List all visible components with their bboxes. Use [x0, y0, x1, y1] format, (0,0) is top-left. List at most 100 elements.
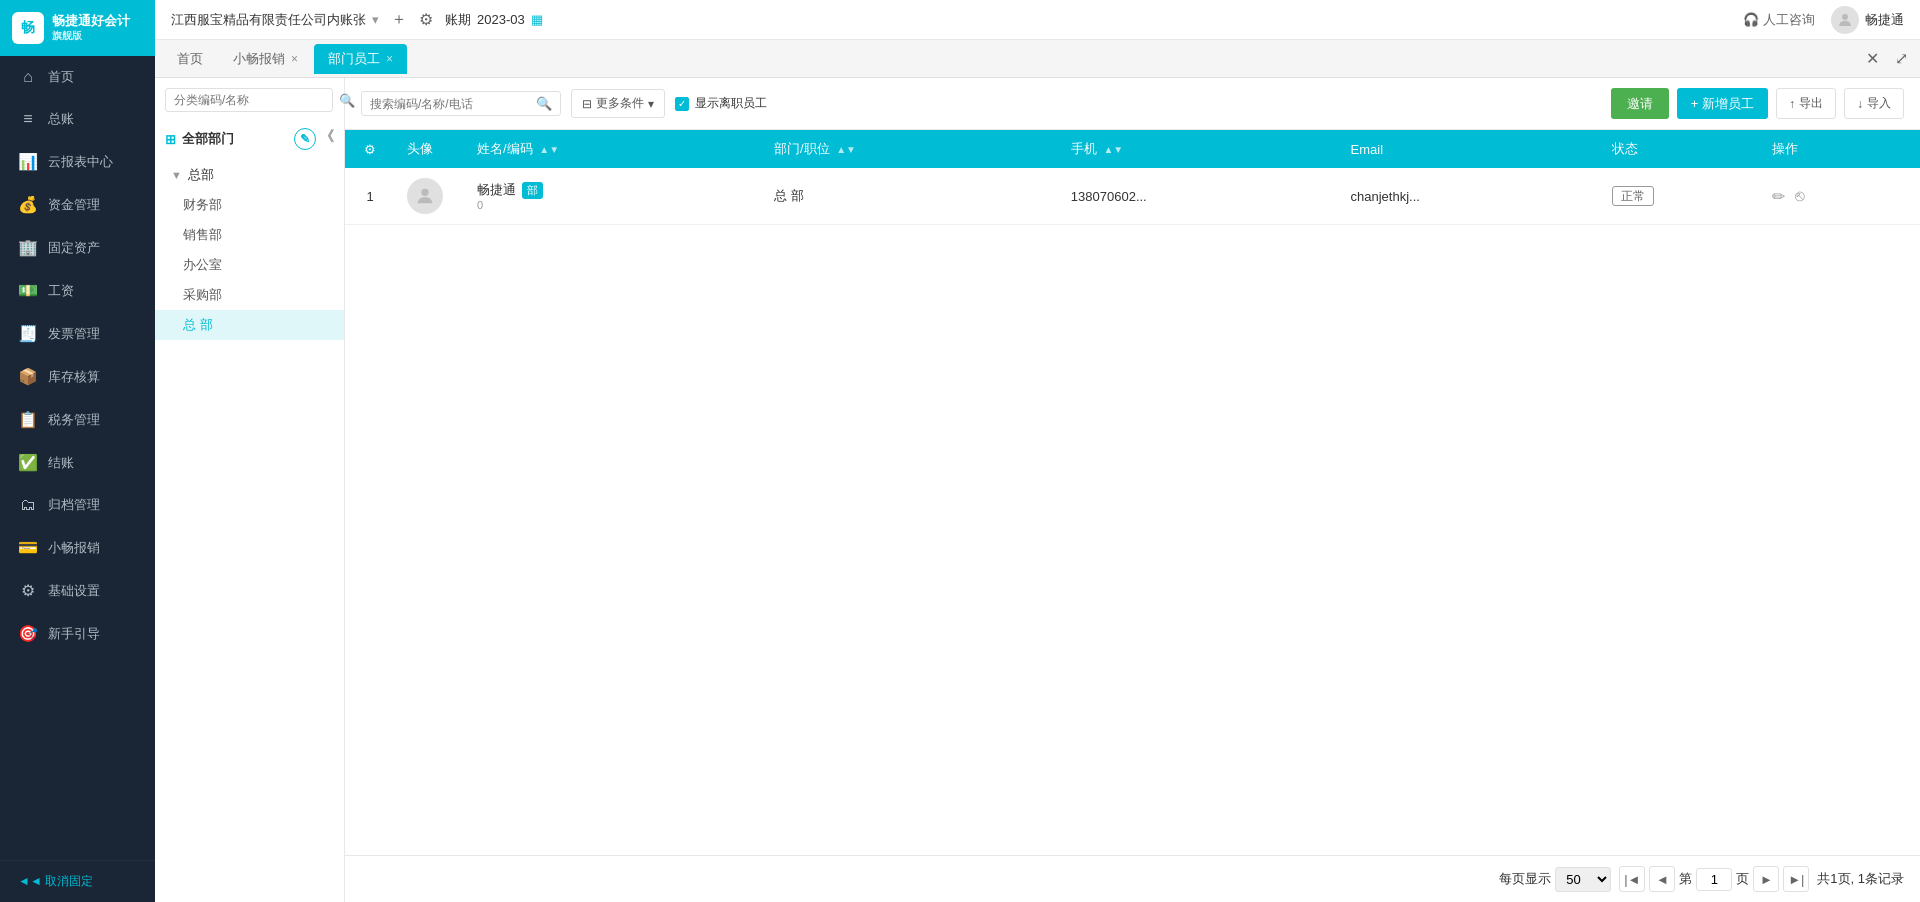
col-dept: 部门/职位 ▲▼ — [762, 130, 1059, 168]
cell-status: 正常 — [1600, 168, 1760, 225]
svg-point-1 — [421, 189, 428, 196]
company-name: 江西服宝精品有限责任公司内账张 — [171, 11, 366, 29]
sidebar-item-payroll[interactable]: 💵 工资 — [0, 269, 155, 312]
sidebar-nav: ⌂ 首页 ≡ 总账 📊 云报表中心 💰 资金管理 🏢 固定资产 💵 工资 🧾 发… — [0, 56, 155, 860]
settings-icon: ⚙ — [18, 581, 38, 600]
tab-home[interactable]: 首页 — [163, 44, 217, 74]
sidebar-item-expense[interactable]: 💳 小畅报销 — [0, 526, 155, 569]
next-page-button[interactable]: ► — [1753, 866, 1779, 892]
guide-icon: 🎯 — [18, 624, 38, 643]
employee-table: ⚙ 头像 姓名/编码 ▲▼ 部门/职位 ▲▼ — [345, 130, 1920, 225]
search-icon[interactable]: 🔍 — [536, 96, 552, 111]
tab-expense-close[interactable]: × — [291, 52, 298, 66]
sidebar-item-home[interactable]: ⌂ 首页 — [0, 56, 155, 98]
expand-tabs-button[interactable]: ⤢ — [1891, 45, 1912, 72]
payroll-icon: 💵 — [18, 281, 38, 300]
sidebar-item-assets[interactable]: 🏢 固定资产 — [0, 226, 155, 269]
tabs-bar: 首页 小畅报销 × 部门员工 × ✕ ⤢ — [155, 40, 1920, 78]
all-departments-header[interactable]: ⊞ 全部部门 ✎ 《 — [155, 122, 344, 156]
sidebar-item-invoice[interactable]: 🧾 发票管理 — [0, 312, 155, 355]
dept-edit-button[interactable]: ✎ — [294, 128, 316, 150]
first-page-button[interactable]: |◄ — [1619, 866, 1645, 892]
export-button[interactable]: ↑ 导出 — [1776, 88, 1836, 119]
sidebar-item-archive[interactable]: 🗂 归档管理 — [0, 484, 155, 526]
sidebar-item-funds[interactable]: 💰 资金管理 — [0, 183, 155, 226]
cell-no: 1 — [345, 168, 395, 225]
username: 畅捷通 — [1865, 11, 1904, 29]
dept-item-purchase[interactable]: 采购部 — [155, 280, 344, 310]
service-button[interactable]: 🎧 人工咨询 — [1743, 11, 1815, 29]
company-selector[interactable]: 江西服宝精品有限责任公司内账张 ▾ — [171, 11, 379, 29]
dept-arrow-icon: ▼ — [171, 169, 182, 181]
page-suffix: 页 — [1736, 870, 1749, 888]
period-label: 账期 — [445, 11, 471, 29]
sidebar-item-tax[interactable]: 📋 税务管理 — [0, 398, 155, 441]
sidebar-unpin-button[interactable]: ◄◄ 取消固定 — [0, 860, 155, 902]
invoice-icon: 🧾 — [18, 324, 38, 343]
department-panel: 🔍 ⊞ 全部部门 ✎ 《 ▼ 总部 财务部 销售部 办公室 采购部 总 部 — [155, 78, 345, 902]
tab-expense[interactable]: 小畅报销 × — [219, 44, 312, 74]
tab-dept-employee[interactable]: 部门员工 × — [314, 44, 407, 74]
home-icon: ⌂ — [18, 68, 38, 86]
cell-dept: 总 部 — [762, 168, 1059, 225]
topbar-right: 🎧 人工咨询 畅捷通 — [1743, 6, 1904, 34]
logout-employee-icon[interactable]: ⎋ — [1795, 187, 1805, 205]
dept-collapse-button[interactable]: 《 — [320, 128, 334, 150]
per-page-select[interactable]: 50 20 100 — [1555, 867, 1611, 892]
sidebar-item-settings[interactable]: ⚙ 基础设置 — [0, 569, 155, 612]
cell-name: 畅捷通 部 0 — [465, 168, 762, 225]
logo-name: 畅捷通好会计 — [52, 13, 130, 29]
col-settings-icon[interactable]: ⚙ — [364, 142, 376, 157]
reports-icon: 📊 — [18, 152, 38, 171]
employee-code: 0 — [477, 199, 750, 211]
dept-item-finance[interactable]: 财务部 — [155, 190, 344, 220]
main-area: 江西服宝精品有限责任公司内账张 ▾ ＋ ⚙ 账期 2023-03 ▦ 🎧 人工咨… — [155, 0, 1920, 902]
add-company-button[interactable]: ＋ — [391, 9, 407, 30]
dept-item-general[interactable]: 总 部 — [155, 310, 344, 340]
dept-item-office[interactable]: 办公室 — [155, 250, 344, 280]
sidebar-item-inventory[interactable]: 📦 库存核算 — [0, 355, 155, 398]
expense-icon: 💳 — [18, 538, 38, 557]
prev-page-button[interactable]: ◄ — [1649, 866, 1675, 892]
ledger-icon: ≡ — [18, 110, 38, 128]
dept-group-headquarters[interactable]: ▼ 总部 — [155, 160, 344, 190]
sidebar-item-checkout[interactable]: ✅ 结账 — [0, 441, 155, 484]
invite-button[interactable]: 邀请 — [1611, 88, 1669, 119]
close-all-tabs-button[interactable]: ✕ — [1862, 45, 1883, 72]
dept-grid-icon: ⊞ — [165, 132, 176, 147]
table-row: 1 畅捷通 部 — [345, 168, 1920, 225]
sort-phone-icon[interactable]: ▲▼ — [1103, 145, 1123, 155]
tabs-right-actions: ✕ ⤢ — [1862, 45, 1912, 72]
sort-name-icon[interactable]: ▲▼ — [539, 145, 559, 155]
sort-dept-icon[interactable]: ▲▼ — [836, 145, 856, 155]
sidebar-item-reports[interactable]: 📊 云报表中心 — [0, 140, 155, 183]
more-filter-button[interactable]: ⊟ 更多条件 ▾ — [571, 89, 665, 118]
edit-employee-icon[interactable]: ✏ — [1772, 187, 1785, 206]
add-employee-button[interactable]: + 新增员工 — [1677, 88, 1768, 119]
content-area: 🔍 ⊞ 全部部门 ✎ 《 ▼ 总部 财务部 销售部 办公室 采购部 总 部 — [155, 78, 1920, 902]
dept-tree: ▼ 总部 财务部 销售部 办公室 采购部 总 部 — [155, 156, 344, 344]
logo-sub: 旗舰版 — [52, 29, 130, 43]
sidebar-item-guide[interactable]: 🎯 新手引导 — [0, 612, 155, 655]
col-email: Email — [1339, 130, 1600, 168]
show-resigned-checkbox[interactable]: ✓ — [675, 97, 689, 111]
tab-dept-close[interactable]: × — [386, 52, 393, 66]
logo-icon: 畅 — [12, 12, 44, 44]
page-input[interactable] — [1696, 868, 1732, 891]
filter-icon: ⊟ — [582, 97, 592, 111]
dept-search-input[interactable] — [165, 88, 333, 112]
last-page-button[interactable]: ►| — [1783, 866, 1809, 892]
sidebar-item-ledger[interactable]: ≡ 总账 — [0, 98, 155, 140]
employee-search-input[interactable] — [370, 97, 530, 111]
cell-avatar — [395, 168, 465, 225]
col-avatar: 头像 — [395, 130, 465, 168]
dept-item-sales[interactable]: 销售部 — [155, 220, 344, 250]
show-resigned-toggle[interactable]: ✓ 显示离职员工 — [675, 95, 767, 112]
company-settings-icon[interactable]: ⚙ — [419, 10, 433, 29]
calendar-icon[interactable]: ▦ — [531, 12, 543, 27]
avatar — [1831, 6, 1859, 34]
user-menu[interactable]: 畅捷通 — [1831, 6, 1904, 34]
page-size-selector: 每页显示 50 20 100 — [1499, 867, 1611, 892]
import-button[interactable]: ↓ 导入 — [1844, 88, 1904, 119]
filter-chevron-icon: ▾ — [648, 97, 654, 111]
